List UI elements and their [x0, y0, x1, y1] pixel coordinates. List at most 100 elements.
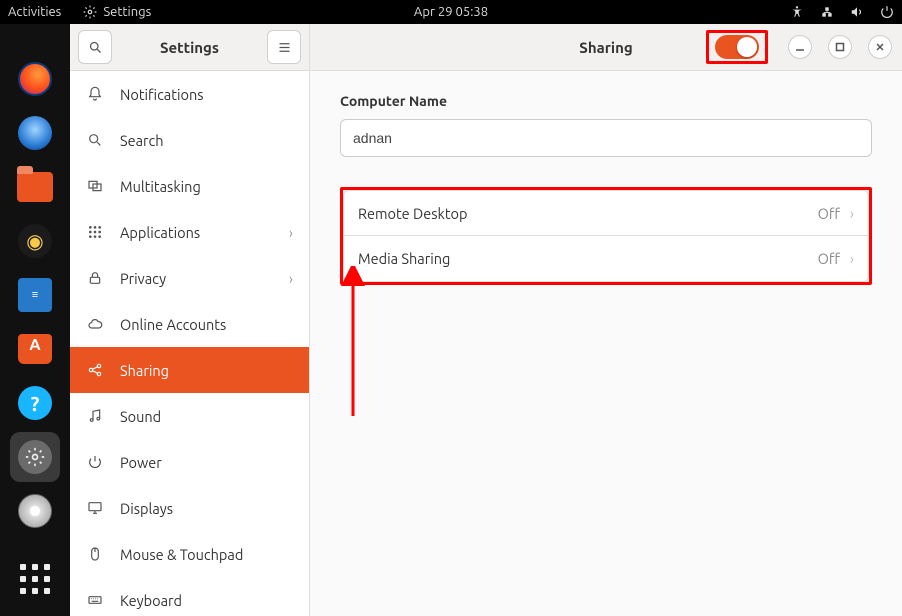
settings-sidebar: Settings Notifications Search Multitaski… — [70, 24, 310, 616]
dock-settings[interactable] — [10, 432, 60, 482]
chevron-right-icon: › — [850, 250, 854, 267]
search-icon — [86, 132, 104, 148]
content-body: Computer Name Remote Desktop Off › Media… — [310, 71, 902, 307]
multitask-icon — [86, 178, 104, 194]
sidebar-item-label: Multitasking — [120, 178, 201, 195]
help-icon: ? — [18, 386, 52, 420]
search-button[interactable] — [78, 30, 112, 64]
maximize-icon — [835, 42, 845, 52]
sidebar-item-displays[interactable]: Displays — [70, 485, 309, 531]
annotation-switch-highlight — [706, 30, 768, 64]
display-icon — [86, 500, 104, 516]
content-header: Sharing — [310, 24, 902, 71]
close-icon — [875, 42, 885, 52]
annotation-arrow — [338, 266, 368, 426]
window-maximize-button[interactable] — [828, 35, 852, 59]
volume-icon[interactable] — [850, 5, 864, 19]
sidebar-title: Settings — [120, 39, 259, 56]
dock-firefox[interactable] — [10, 54, 60, 104]
grid-icon — [86, 224, 104, 240]
power-icon — [86, 454, 104, 470]
sidebar-item-label: Mouse & Touchpad — [120, 546, 243, 563]
sidebar-item-multitasking[interactable]: Multitasking — [70, 163, 309, 209]
computer-name-input[interactable] — [340, 119, 872, 157]
chevron-right-icon: › — [850, 205, 854, 222]
computer-name-label: Computer Name — [340, 93, 872, 109]
topbar-clock[interactable]: Apr 29 05:38 — [414, 5, 488, 19]
sidebar-item-applications[interactable]: Applications › — [70, 209, 309, 255]
minimize-icon — [795, 42, 805, 52]
settings-window: Settings Notifications Search Multitaski… — [70, 24, 902, 616]
sidebar-item-label: Power — [120, 454, 162, 471]
topbar-app-label: Settings — [103, 5, 151, 19]
dock-files[interactable] — [10, 162, 60, 212]
dock-help[interactable]: ? — [10, 378, 60, 428]
nav-list: Notifications Search Multitasking Applic… — [70, 71, 309, 616]
thunderbird-icon — [18, 116, 52, 150]
sidebar-item-label: Applications — [120, 224, 200, 241]
gnome-topbar: Activities Settings Apr 29 05:38 — [0, 0, 902, 24]
option-label: Remote Desktop — [358, 205, 467, 222]
switch-knob — [737, 37, 757, 57]
sidebar-item-notifications[interactable]: Notifications — [70, 71, 309, 117]
option-status: Off — [818, 205, 840, 222]
option-label: Media Sharing — [358, 250, 450, 267]
dock-disc[interactable] — [10, 486, 60, 536]
hamburger-button[interactable] — [267, 30, 301, 64]
keyboard-icon — [86, 592, 104, 608]
show-applications[interactable] — [10, 554, 60, 604]
sidebar-item-sharing[interactable]: Sharing — [70, 347, 309, 393]
window-minimize-button[interactable] — [788, 35, 812, 59]
chevron-right-icon: › — [289, 270, 293, 287]
folder-icon — [17, 172, 53, 202]
gear-icon — [18, 440, 52, 474]
sidebar-item-label: Displays — [120, 500, 173, 517]
option-media-sharing[interactable]: Media Sharing Off › — [343, 236, 869, 282]
sidebar-item-label: Search — [120, 132, 164, 149]
note-icon — [86, 408, 104, 424]
content-pane: Sharing Computer Name Remote De — [310, 24, 902, 616]
activities-button[interactable]: Activities — [8, 5, 61, 19]
window-close-button[interactable] — [868, 35, 892, 59]
dock-rhythmbox[interactable]: ◉ — [10, 216, 60, 266]
sidebar-item-label: Notifications — [120, 86, 204, 103]
lock-icon — [86, 270, 104, 286]
sidebar-item-search[interactable]: Search — [70, 117, 309, 163]
dock-writer[interactable]: ≡ — [10, 270, 60, 320]
sidebar-item-label: Privacy — [120, 270, 166, 287]
gear-icon — [83, 5, 97, 19]
page-title: Sharing — [579, 39, 632, 56]
sidebar-item-sound[interactable]: Sound — [70, 393, 309, 439]
chevron-right-icon: › — [289, 224, 293, 241]
power-icon[interactable] — [880, 5, 894, 19]
dock-software[interactable] — [10, 324, 60, 374]
hamburger-icon — [277, 40, 292, 55]
sidebar-item-label: Sound — [120, 408, 161, 425]
sidebar-item-online-accounts[interactable]: Online Accounts — [70, 301, 309, 347]
sidebar-item-mouse[interactable]: Mouse & Touchpad — [70, 531, 309, 577]
sidebar-item-keyboard[interactable]: Keyboard — [70, 577, 309, 616]
document-icon: ≡ — [18, 278, 52, 312]
topbar-app-menu[interactable]: Settings — [83, 5, 151, 19]
speaker-icon: ◉ — [18, 224, 52, 258]
option-remote-desktop[interactable]: Remote Desktop Off › — [343, 190, 869, 236]
sidebar-item-power[interactable]: Power — [70, 439, 309, 485]
sidebar-item-privacy[interactable]: Privacy › — [70, 255, 309, 301]
dock: ◉ ≡ ? — [0, 24, 70, 616]
option-status: Off — [818, 250, 840, 267]
network-icon[interactable] — [820, 5, 834, 19]
cloud-icon — [86, 316, 104, 332]
dock-thunderbird[interactable] — [10, 108, 60, 158]
mouse-icon — [86, 546, 104, 562]
share-icon — [86, 362, 104, 378]
firefox-icon — [18, 62, 52, 96]
sharing-master-switch[interactable] — [715, 35, 759, 59]
accessibility-icon[interactable] — [790, 5, 804, 19]
annotation-options-highlight: Remote Desktop Off › Media Sharing Off › — [340, 187, 872, 285]
sidebar-item-label: Keyboard — [120, 592, 182, 609]
sidebar-item-label: Online Accounts — [120, 316, 226, 333]
store-icon — [18, 334, 52, 364]
sidebar-header: Settings — [70, 24, 309, 71]
search-icon — [88, 40, 103, 55]
sidebar-item-label: Sharing — [120, 362, 169, 379]
